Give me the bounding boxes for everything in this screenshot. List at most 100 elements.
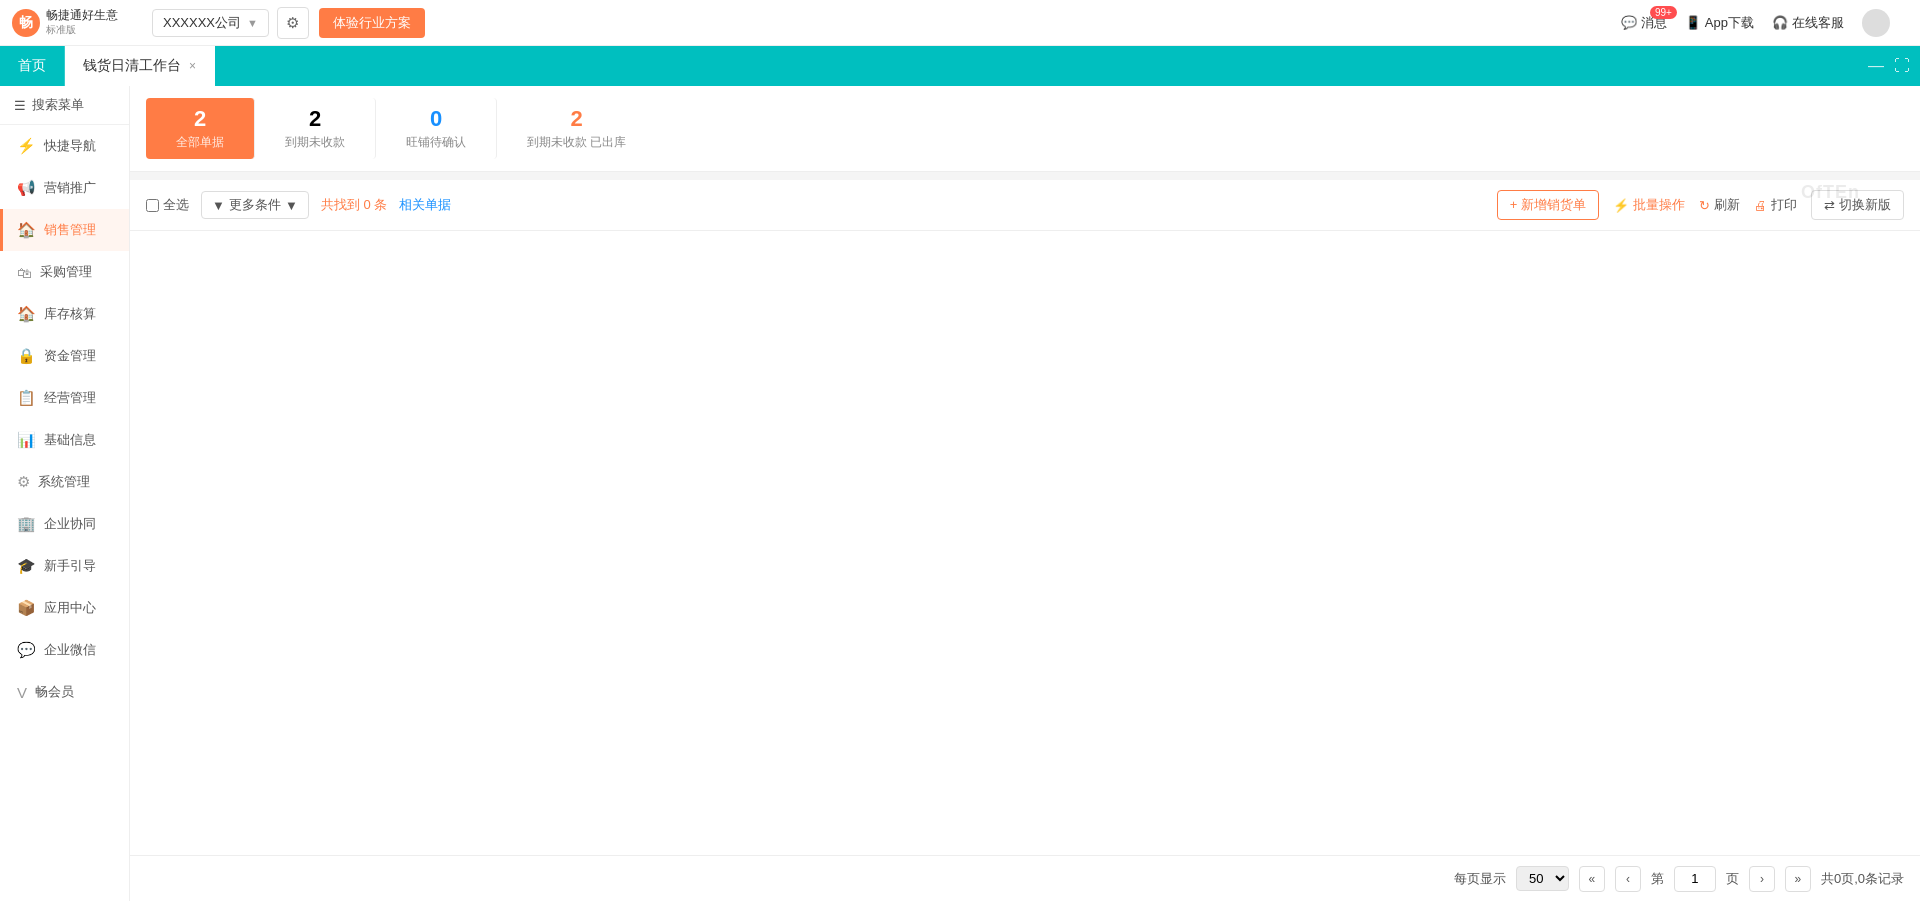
sidebar-item-inventory[interactable]: 🏠 库存核算 xyxy=(0,293,129,335)
toolbar: 全选 ▼ 更多条件 ▼ 共找到 0 条 相关单据 + 新增销货单 ⚡ 批 xyxy=(130,180,1920,231)
stat-due-unpaid[interactable]: 2 到期未收款 xyxy=(255,98,376,159)
sidebar-item-newbie[interactable]: 🎓 新手引导 xyxy=(0,545,129,587)
experience-button[interactable]: 体验行业方案 xyxy=(319,8,425,38)
related-records-link[interactable]: 相关单据 xyxy=(399,196,451,214)
stat-wangpu[interactable]: 0 旺铺待确认 xyxy=(376,98,497,159)
page-number-input[interactable] xyxy=(1674,866,1716,892)
nav-tabs-bar: 首页 钱货日清工作台 × — ⛶ xyxy=(0,46,1920,86)
total-records-text: 共0页,0条记录 xyxy=(1821,870,1904,888)
sidebar-item-label: 企业微信 xyxy=(44,641,96,659)
stat-wangpu-label: 旺铺待确认 xyxy=(406,134,466,151)
settings-button[interactable]: ⚙ xyxy=(277,7,309,39)
nav-tabs-right: — ⛶ xyxy=(1868,57,1920,75)
stat-all-number: 2 xyxy=(194,106,206,132)
avatar[interactable] xyxy=(1862,9,1890,37)
top-header: 畅 畅捷通好生意 标准版 XXXXXX公司 ▼ ⚙ 体验行业方案 💬 消息 99… xyxy=(0,0,1920,46)
filter-button[interactable]: ▼ 更多条件 ▼ xyxy=(201,191,309,219)
switch-new-version-button[interactable]: ⇄ 切换新版 xyxy=(1811,190,1904,220)
sidebar-item-label: 快捷导航 xyxy=(44,137,96,155)
sidebar-item-label: 基础信息 xyxy=(44,431,96,449)
sales-icon: 🏠 xyxy=(17,221,36,239)
messages-badge: 99+ xyxy=(1650,6,1677,19)
company-selector[interactable]: XXXXXX公司 ▼ xyxy=(152,9,269,37)
sidebar-item-app-center[interactable]: 📦 应用中心 xyxy=(0,587,129,629)
sidebar-item-sales[interactable]: 🏠 销售管理 xyxy=(0,209,129,251)
tab-home[interactable]: 首页 xyxy=(0,46,65,86)
tab-close-icon[interactable]: × xyxy=(189,59,196,73)
search-menu-label: 搜索菜单 xyxy=(32,96,84,114)
sidebar-item-marketing[interactable]: 📢 营销推广 xyxy=(0,167,129,209)
refresh-button[interactable]: ↻ 刷新 xyxy=(1699,196,1740,214)
sidebar-item-label: 经营管理 xyxy=(44,389,96,407)
per-page-label: 每页显示 xyxy=(1454,870,1506,888)
page-suffix: 页 xyxy=(1726,870,1739,888)
enterprise-icon: 🏢 xyxy=(17,515,36,533)
refresh-label: 刷新 xyxy=(1714,196,1740,214)
next-page-button[interactable]: › xyxy=(1749,866,1775,892)
sidebar-item-label: 销售管理 xyxy=(44,221,96,239)
stat-due-unshipped-label: 到期未收款 已出库 xyxy=(527,134,626,151)
add-sales-order-button[interactable]: + 新增销货单 xyxy=(1497,190,1599,220)
sidebar-item-enterprise[interactable]: 🏢 企业协同 xyxy=(0,503,129,545)
sidebar-item-finance[interactable]: 🔒 资金管理 xyxy=(0,335,129,377)
first-page-button[interactable]: « xyxy=(1579,866,1605,892)
logo-icon: 畅 xyxy=(12,9,40,37)
sidebar-item-purchase[interactable]: 🛍 采购管理 xyxy=(0,251,129,293)
quick-nav-icon: ⚡ xyxy=(17,137,36,155)
app-download-label: App下载 xyxy=(1705,14,1754,32)
sidebar-item-vip[interactable]: V 畅会员 xyxy=(0,671,129,713)
app-center-icon: 📦 xyxy=(17,599,36,617)
sidebar-item-label: 库存核算 xyxy=(44,305,96,323)
select-all-text: 全选 xyxy=(163,196,189,214)
stat-due-unshipped-number: 2 xyxy=(571,106,583,132)
stat-due-unpaid-number: 2 xyxy=(309,106,321,132)
messages-button[interactable]: 💬 消息 99+ xyxy=(1621,14,1667,32)
sidebar-item-base-info[interactable]: 📊 基础信息 xyxy=(0,419,129,461)
chevron-down-icon: ▼ xyxy=(247,17,258,29)
refresh-icon: ↻ xyxy=(1699,198,1710,213)
sidebar-item-label: 资金管理 xyxy=(44,347,96,365)
company-name: XXXXXX公司 xyxy=(163,14,241,32)
print-button[interactable]: 🖨 打印 xyxy=(1754,196,1797,214)
prev-page-button[interactable]: ‹ xyxy=(1615,866,1641,892)
inventory-icon: 🏠 xyxy=(17,305,36,323)
header-right: 💬 消息 99+ 📱 App下载 🎧 在线客服 xyxy=(1621,9,1908,37)
sidebar-item-system[interactable]: ⚙ 系统管理 xyxy=(0,461,129,503)
search-menu-button[interactable]: ☰ 搜索菜单 xyxy=(0,86,129,125)
toolbar-right: + 新增销货单 ⚡ 批量操作 ↻ 刷新 🖨 打印 ⇄ 切换新版 xyxy=(1497,190,1904,220)
app-icon: 📱 xyxy=(1685,15,1701,30)
switch-label: 切换新版 xyxy=(1839,196,1891,214)
search-icon: ☰ xyxy=(14,98,26,113)
sidebar-item-quick-nav[interactable]: ⚡ 快捷导航 xyxy=(0,125,129,167)
sidebar-item-label: 采购管理 xyxy=(40,263,92,281)
app-download-button[interactable]: 📱 App下载 xyxy=(1685,14,1754,32)
online-service-button[interactable]: 🎧 在线客服 xyxy=(1772,14,1844,32)
filter-chevron-icon: ▼ xyxy=(285,198,298,213)
maximize-icon[interactable]: ⛶ xyxy=(1894,57,1910,75)
sidebar-item-label: 应用中心 xyxy=(44,599,96,617)
select-all-checkbox[interactable] xyxy=(146,199,159,212)
sidebar-item-wechat[interactable]: 💬 企业微信 xyxy=(0,629,129,671)
finance-icon: 🔒 xyxy=(17,347,36,365)
per-page-select[interactable]: 50 xyxy=(1516,866,1569,891)
minimize-icon[interactable]: — xyxy=(1868,57,1884,75)
sidebar-item-label: 畅会员 xyxy=(35,683,74,701)
toolbar-left: 全选 ▼ 更多条件 ▼ 共找到 0 条 相关单据 xyxy=(146,191,1485,219)
sidebar-item-label: 新手引导 xyxy=(44,557,96,575)
stat-wangpu-number: 0 xyxy=(430,106,442,132)
stat-all-label: 全部单据 xyxy=(176,134,224,151)
batch-icon: ⚡ xyxy=(1613,198,1629,213)
stat-all[interactable]: 2 全部单据 xyxy=(146,98,255,159)
last-page-button[interactable]: » xyxy=(1785,866,1811,892)
batch-operation-button[interactable]: ⚡ 批量操作 xyxy=(1613,196,1685,214)
filter-icon: ▼ xyxy=(212,198,225,213)
main-content: ☰ 搜索菜单 ⚡ 快捷导航 📢 营销推广 🏠 销售管理 🛍 采购管理 🏠 库存核… xyxy=(0,86,1920,901)
sidebar: ☰ 搜索菜单 ⚡ 快捷导航 📢 营销推广 🏠 销售管理 🛍 采购管理 🏠 库存核… xyxy=(0,86,130,901)
stat-due-unshipped[interactable]: 2 到期未收款 已出库 xyxy=(497,98,656,159)
sidebar-item-label: 系统管理 xyxy=(38,473,90,491)
select-all-label[interactable]: 全选 xyxy=(146,196,189,214)
print-icon: 🖨 xyxy=(1754,198,1767,213)
tab-qinghuori[interactable]: 钱货日清工作台 × xyxy=(65,46,215,86)
message-icon: 💬 xyxy=(1621,15,1637,30)
sidebar-item-operations[interactable]: 📋 经营管理 xyxy=(0,377,129,419)
